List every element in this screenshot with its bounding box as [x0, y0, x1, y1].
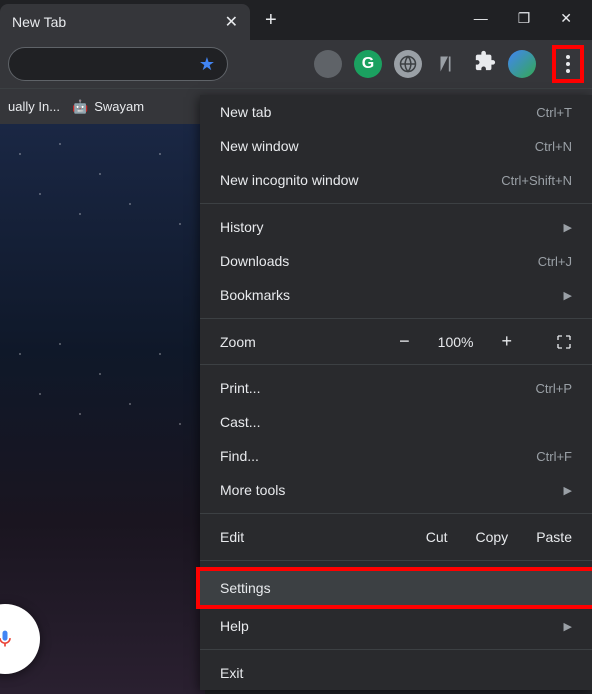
menu-downloads[interactable]: Downloads Ctrl+J — [200, 244, 592, 278]
menu-zoom: Zoom − 100% + — [200, 325, 592, 358]
menu-divider — [200, 560, 592, 561]
close-window-button[interactable]: ✕ — [560, 10, 572, 27]
menu-edit: Edit Cut Copy Paste — [200, 520, 592, 554]
close-tab-icon[interactable]: ✕ — [225, 12, 238, 32]
zoom-value: 100% — [438, 334, 474, 350]
address-bar[interactable]: ★ — [8, 47, 228, 81]
menu-divider — [200, 649, 592, 650]
profile-avatar[interactable] — [508, 50, 536, 78]
menu-button[interactable] — [558, 51, 578, 77]
menu-new-incognito[interactable]: New incognito window Ctrl+Shift+N — [200, 163, 592, 197]
zoom-in-button[interactable]: + — [497, 331, 516, 352]
bookmark-star-icon[interactable]: ★ — [199, 54, 215, 75]
menu-button-highlight — [552, 45, 584, 83]
voice-search-button[interactable] — [0, 604, 40, 674]
new-tab-button[interactable]: + — [265, 9, 277, 32]
zoom-out-button[interactable]: − — [395, 331, 414, 352]
menu-divider — [200, 318, 592, 319]
active-tab[interactable]: New Tab ✕ — [0, 4, 250, 40]
menu-divider — [200, 203, 592, 204]
menu-cast[interactable]: Cast... — [200, 405, 592, 439]
settings-highlight: Settings — [196, 567, 592, 609]
menu-settings[interactable]: Settings — [200, 571, 592, 605]
minimize-button[interactable]: — — [474, 10, 488, 27]
content-area — [0, 124, 205, 694]
globe-icon[interactable] — [394, 50, 422, 78]
mic-icon — [0, 629, 15, 649]
chevron-right-icon: ▶ — [564, 620, 572, 633]
menu-more-tools[interactable]: More tools ▶ — [200, 473, 592, 507]
menu-bookmarks[interactable]: Bookmarks ▶ — [200, 278, 592, 312]
bookmark-item-2[interactable]: 🤖 Swayam — [72, 99, 144, 115]
extensions-puzzle-icon[interactable] — [474, 50, 496, 78]
menu-exit[interactable]: Exit — [200, 656, 592, 690]
edit-copy-button[interactable]: Copy — [476, 529, 509, 545]
chevron-right-icon: ▶ — [564, 289, 572, 302]
menu-history[interactable]: History ▶ — [200, 210, 592, 244]
tab-title: New Tab — [12, 14, 66, 30]
extension-icon-1[interactable] — [314, 50, 342, 78]
grammarly-icon[interactable]: G — [354, 50, 382, 78]
menu-help[interactable]: Help ▶ — [200, 609, 592, 643]
menu-new-window[interactable]: New window Ctrl+N — [200, 129, 592, 163]
tab-strip: New Tab ✕ + — ❐ ✕ — [0, 0, 592, 40]
chevron-right-icon: ▶ — [564, 221, 572, 234]
toolbar: ★ G — [0, 40, 592, 88]
starfield-background — [0, 124, 205, 466]
extension-icon-2[interactable] — [434, 50, 462, 78]
menu-find[interactable]: Find... Ctrl+F — [200, 439, 592, 473]
fullscreen-icon[interactable] — [556, 334, 572, 350]
menu-new-tab[interactable]: New tab Ctrl+T — [200, 95, 592, 129]
window-controls: — ❐ ✕ — [454, 0, 592, 37]
android-icon: 🤖 — [72, 99, 88, 115]
chrome-menu: New tab Ctrl+T New window Ctrl+N New inc… — [200, 95, 592, 690]
edit-cut-button[interactable]: Cut — [426, 529, 448, 545]
maximize-button[interactable]: ❐ — [518, 10, 531, 27]
bookmark-item-1[interactable]: ually In... — [8, 99, 60, 114]
toolbar-icons: G — [314, 45, 584, 83]
menu-divider — [200, 364, 592, 365]
chevron-right-icon: ▶ — [564, 484, 572, 497]
edit-paste-button[interactable]: Paste — [536, 529, 572, 545]
menu-print[interactable]: Print... Ctrl+P — [200, 371, 592, 405]
menu-divider — [200, 513, 592, 514]
